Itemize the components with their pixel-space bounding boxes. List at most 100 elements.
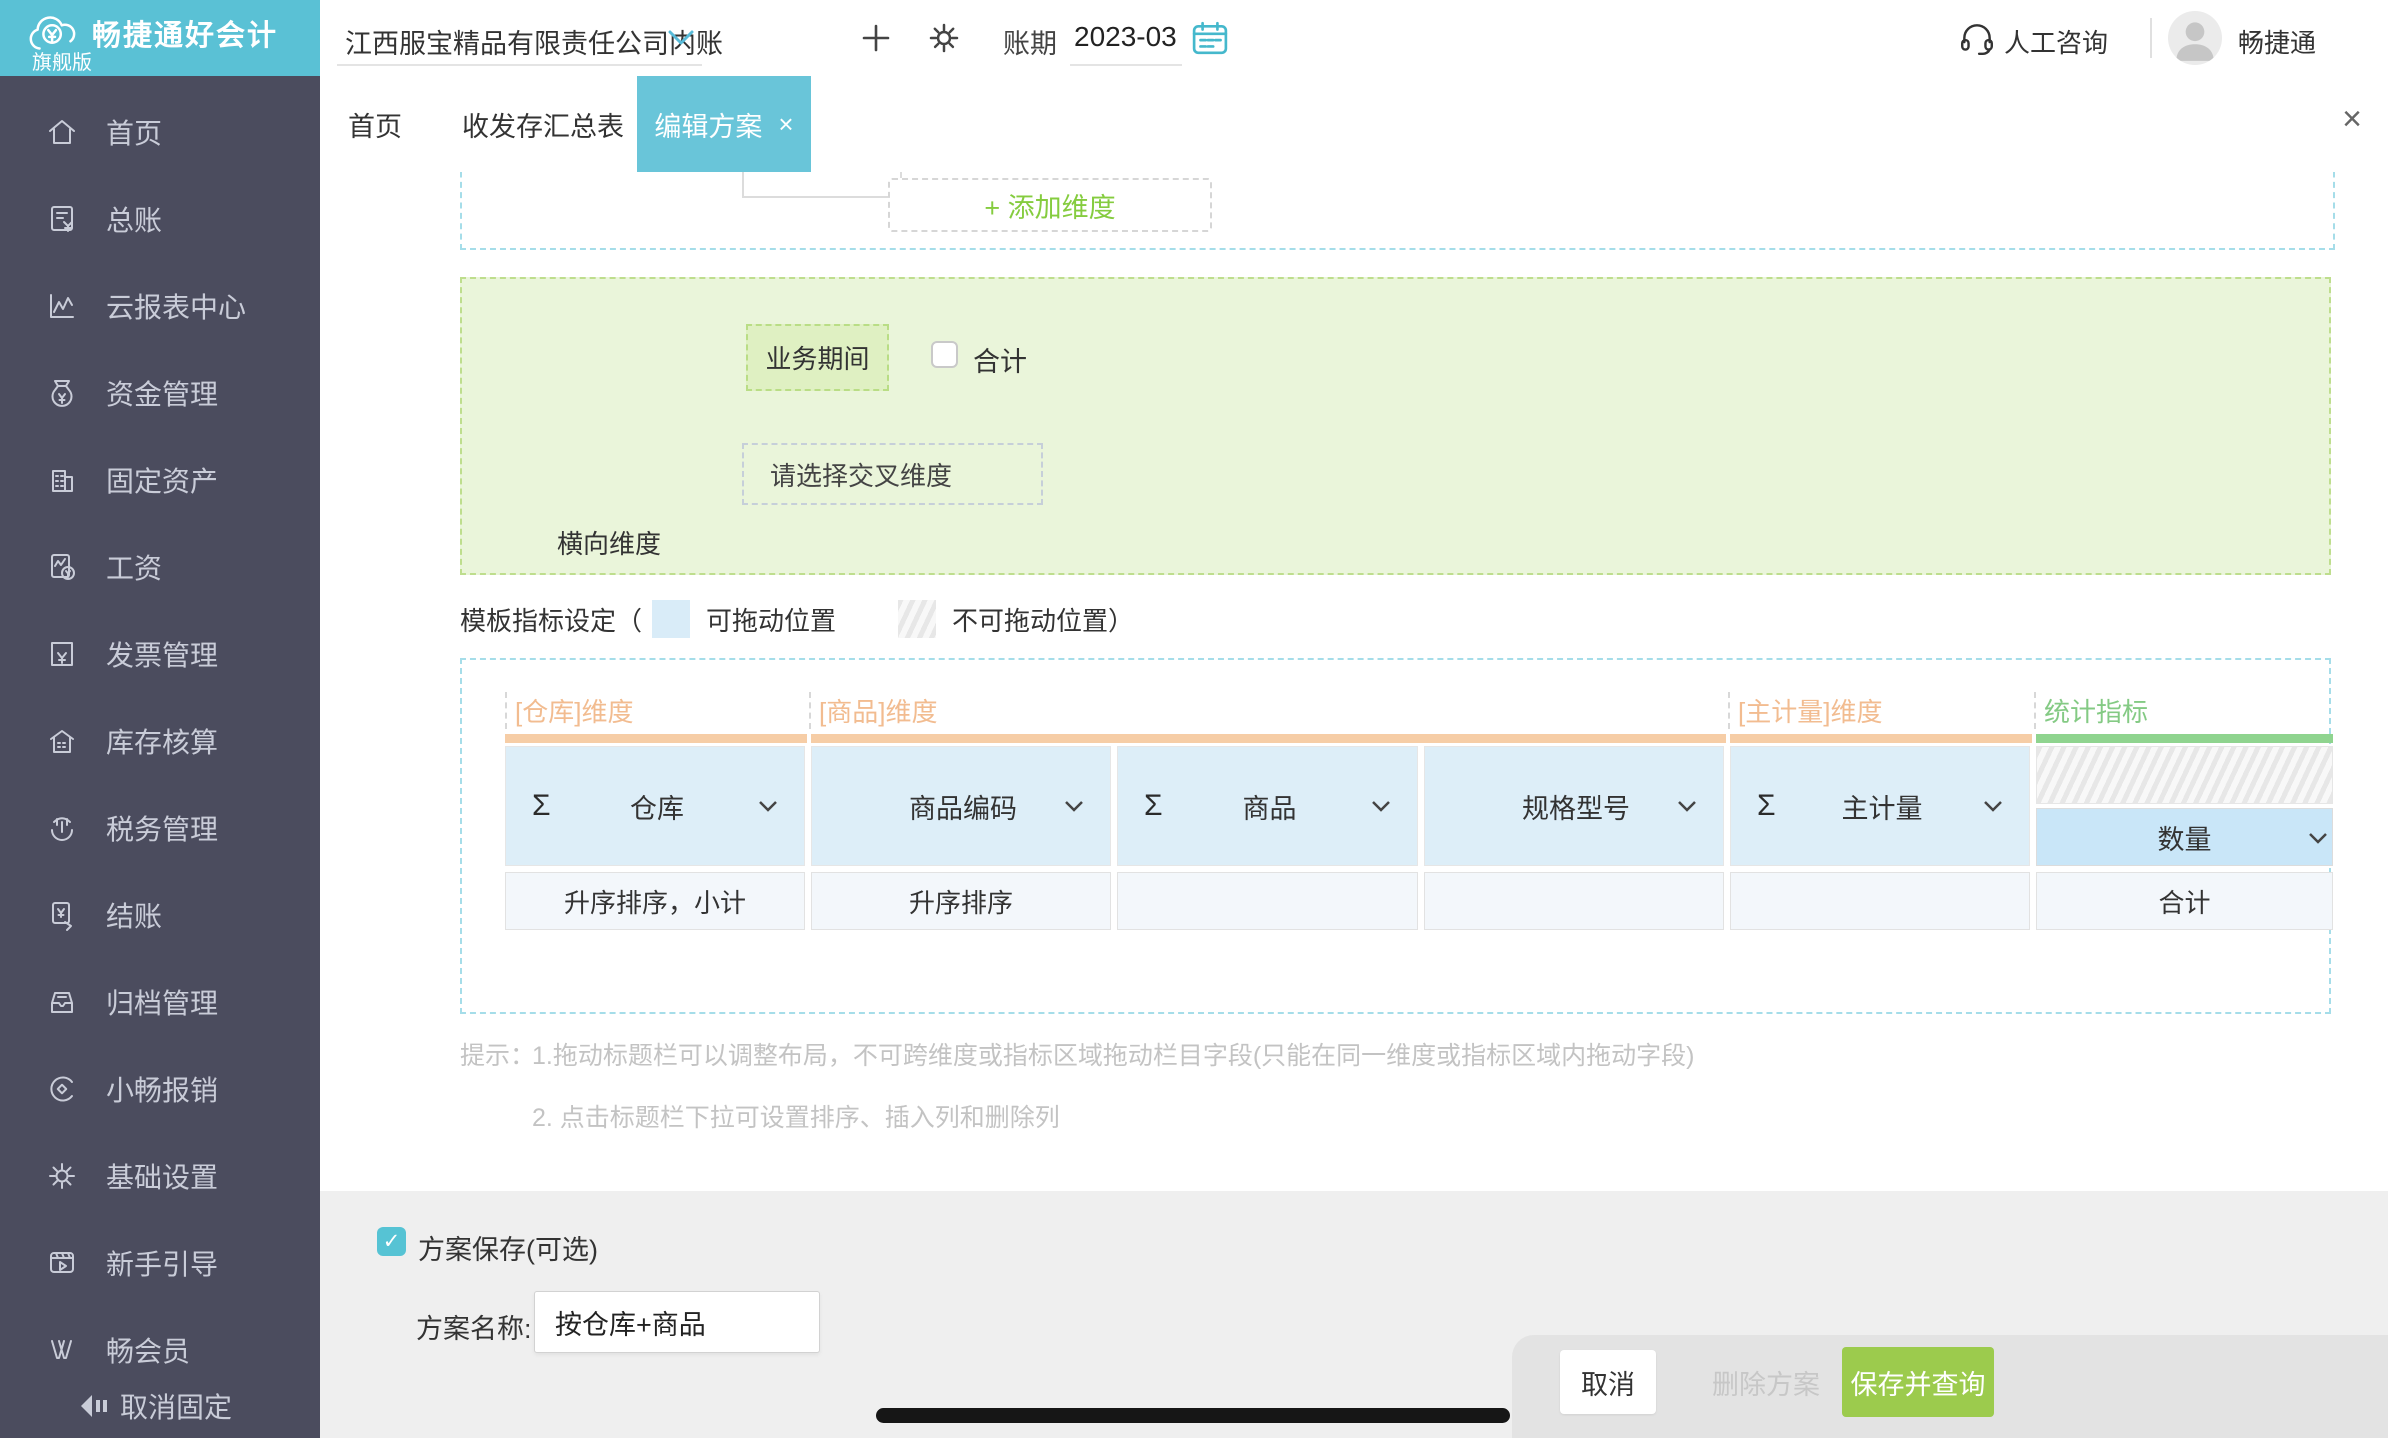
legend-prefix: 模板指标设定（ [460,605,643,636]
column-setting-goods-code: 升序排序 [811,872,1111,930]
group-warehouse-label: [仓库]维度 [505,692,633,729]
sidebar-item-label: 归档管理 [106,987,219,1019]
total-checkbox[interactable] [931,341,958,368]
scheme-save-label: 方案保存(可选) [418,1235,598,1265]
sidebar-item-settle[interactable]: 结账 [0,871,320,958]
column-header-spec[interactable]: 规格型号 [1424,746,1724,866]
sidebar-item-salary[interactable]: 工资 [0,523,320,610]
group-unit-label: [主计量]维度 [1728,692,1882,729]
column-label: 数量 [2157,824,2212,855]
sidebar-item-label: 新手引导 [106,1248,219,1280]
column-header-goods-code[interactable]: 商品编码 [811,746,1111,866]
add-dimension-button[interactable]: + 添加维度 [888,178,1212,232]
sidebar: 首页 总账 云报表中心 资金管理 固定资产 工资 发票管理 库存核算 税务管理 … [0,76,320,1438]
dimension-chip-partial[interactable] [742,172,902,198]
sidebar-item-guide[interactable]: 新手引导 [0,1219,320,1306]
close-icon[interactable]: × [778,109,793,140]
sidebar-item-reimburse[interactable]: 小畅报销 [0,1045,320,1132]
tab-bar: 首页 收发存汇总表 × 编辑方案 × × [320,76,2388,172]
tax-icon [51,816,73,841]
sidebar-item-label: 资金管理 [106,378,219,410]
group-stats-label: 统计指标 [2034,692,2148,729]
sidebar-item-archive[interactable]: 归档管理 [0,958,320,1045]
sidebar-item-member[interactable]: 畅会员 [0,1306,320,1393]
tab-report[interactable]: 收发存汇总表 × [462,76,653,172]
scheme-name-label: 方案名称: [416,1314,532,1344]
column-header-quantity[interactable]: 数量 [2036,808,2333,866]
sidebar-item-label: 工资 [106,552,163,584]
brand-name: 畅捷通好会计 [92,20,279,52]
chevron-down-icon[interactable] [1371,800,1391,813]
avatar[interactable] [2168,11,2222,65]
username[interactable]: 畅捷通 [2238,23,2316,60]
user-icon [2176,22,2214,61]
cross-dimension-selector[interactable]: 请选择交叉维度 [742,443,1043,505]
chevron-down-icon[interactable] [1677,800,1697,813]
business-period-chip[interactable]: 业务期间 [746,324,889,391]
brand-edition: 旗舰版 [32,52,92,74]
footer-bar: ✓ 方案保存(可选) 方案名称: 取消 删除方案 保存并查询 [320,1191,2388,1438]
period-value[interactable]: 2023-03 [1074,21,1177,53]
sidebar-item-general-ledger[interactable]: 总账 [0,175,320,262]
sidebar-item-funds[interactable]: 资金管理 [0,349,320,436]
not-draggable-swatch [898,600,937,638]
sidebar-item-cloud-reports[interactable]: 云报表中心 [0,262,320,349]
calendar-icon[interactable] [1192,21,1228,55]
add-account-set-icon[interactable] [862,24,890,52]
tips-line-2: 2. 点击标题栏下拉可设置排序、插入列和删除列 [532,1104,1060,1132]
settings-gear-icon[interactable] [926,20,962,56]
tab-label: 首页 [348,111,402,142]
divider [337,64,702,66]
sidebar-item-label: 云报表中心 [106,291,247,323]
cancel-button[interactable]: 取消 [1560,1350,1656,1414]
sidebar-item-label: 结账 [106,900,163,932]
sidebar-item-settings[interactable]: 基础设置 [0,1132,320,1219]
chevron-down-icon[interactable] [668,30,694,46]
horizontal-axis-label: 横向维度 [557,529,662,559]
tab-edit-scheme[interactable]: 编辑方案 × [637,76,811,172]
sidebar-item-label: 基础设置 [106,1161,219,1193]
sidebar-item-label: 畅会员 [106,1335,191,1367]
chevron-down-icon[interactable] [1064,800,1084,813]
chevron-down-icon[interactable] [758,800,778,813]
column-header-warehouse[interactable]: Σ 仓库 [505,746,805,866]
legend-drag-label: 可拖动位置 [706,605,837,636]
sidebar-item-fixed-assets[interactable]: 固定资产 [0,436,320,523]
settle-icon [52,901,72,931]
support-link[interactable]: 人工咨询 [2004,23,2108,60]
column-label: 商品编码 [909,793,1017,824]
home-icon [49,119,75,144]
tab-label: 收发存汇总表 [462,111,624,142]
sidebar-item-label: 首页 [106,117,163,149]
headset-icon[interactable] [1958,20,1996,58]
ledger-icon [51,205,73,232]
column-header-unit[interactable]: Σ 主计量 [1730,746,2030,866]
close-icon[interactable]: × [2342,102,2362,136]
sigma-icon: Σ [532,789,551,822]
column-label: 仓库 [630,793,684,824]
column-setting-spec [1424,872,1724,930]
column-header-goods[interactable]: Σ 商品 [1117,746,1418,866]
sidebar-collapse-button[interactable]: 取消固定 [78,1386,232,1426]
building-icon [52,469,73,492]
scheme-save-checkbox[interactable]: ✓ [377,1227,406,1256]
group-goods-label: [商品]维度 [809,692,937,729]
chevron-down-icon[interactable] [2308,832,2328,845]
check-icon: ✓ [382,1230,401,1253]
sidebar-item-tax[interactable]: 税务管理 [0,784,320,871]
delete-scheme-button[interactable]: 删除方案 [1698,1350,1834,1414]
sidebar-item-label: 税务管理 [106,813,219,845]
scheme-name-input[interactable] [534,1291,820,1353]
account-set-selector[interactable]: 江西服宝精品有限责任公司内账 [345,22,723,61]
sidebar-item-invoice[interactable]: 发票管理 [0,610,320,697]
sidebar-item-inventory[interactable]: 库存核算 [0,697,320,784]
brand-logo: 畅捷通好会计 旗舰版 [0,0,320,76]
column-setting-quantity: 合计 [2036,872,2333,930]
horizontal-scrollbar[interactable] [876,1408,1510,1423]
topbar: 畅捷通好会计 旗舰版 江西服宝精品有限责任公司内账 账期 2023-03 人工咨… [0,0,2388,76]
chevron-down-icon[interactable] [1983,800,2003,813]
tab-home[interactable]: 首页 [348,76,402,172]
sidebar-item-home[interactable]: 首页 [0,88,320,175]
save-and-query-button[interactable]: 保存并查询 [1842,1347,1994,1417]
legend-nodrag-label: 不可拖动位置） [952,605,1135,636]
